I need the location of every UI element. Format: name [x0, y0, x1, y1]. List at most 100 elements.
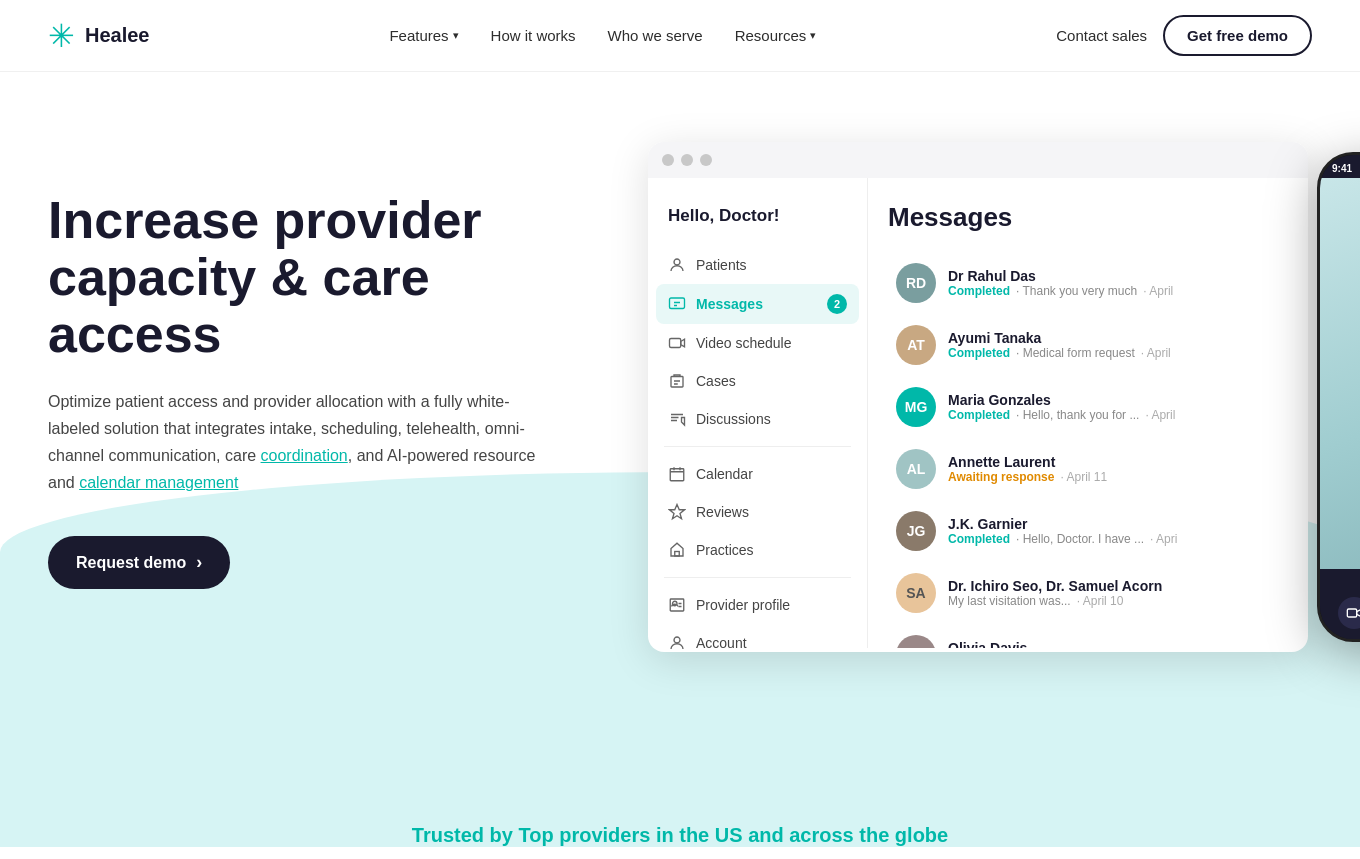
phone-timer: 30:45	[1320, 569, 1360, 587]
coordination-link[interactable]: coordination	[261, 447, 348, 464]
msg-date-2: · April	[1145, 408, 1175, 422]
messages-icon	[668, 295, 686, 313]
phone-camera-btn[interactable]	[1338, 597, 1361, 629]
message-item-5[interactable]: SA Dr. Ichiro Seo, Dr. Samuel Acorn My l…	[888, 563, 1288, 623]
sidebar-greeting: Hello, Doctor!	[648, 206, 867, 246]
sidebar-item-discussions[interactable]: Discussions	[648, 400, 867, 438]
window-dot-2	[681, 154, 693, 166]
msg-name-1: Ayumi Tanaka	[948, 330, 1280, 346]
msg-date-5: · April 10	[1077, 594, 1124, 608]
phone-mockup: 9:41 ●●●	[1317, 152, 1360, 642]
svg-point-0	[674, 259, 680, 265]
request-demo-button[interactable]: Request demo ›	[48, 536, 230, 589]
contact-sales-link[interactable]: Contact sales	[1056, 27, 1147, 44]
sidebar-item-provider-profile[interactable]: Provider profile	[648, 586, 867, 624]
message-item-6[interactable]: OD Olivia Davis Completed · Hello, Docto…	[888, 625, 1288, 648]
app-mockup-header	[648, 142, 1308, 178]
app-sidebar: Hello, Doctor! Patients Messages 2	[648, 178, 868, 648]
message-item-1[interactable]: AT Ayumi Tanaka Completed · Medical form…	[888, 315, 1288, 375]
avatar-3: AL	[896, 449, 936, 489]
msg-status-row-1: Completed · Medical form request · April	[948, 346, 1280, 360]
sidebar-item-calendar[interactable]: Calendar	[648, 455, 867, 493]
sidebar-divider	[664, 446, 851, 447]
msg-date-3: · April 11	[1060, 470, 1107, 484]
nav-how-it-works[interactable]: How it works	[491, 27, 576, 44]
msg-body-6: Olivia Davis Completed · Hello, Doctor. …	[948, 640, 1280, 648]
msg-preview-2: · Hello, thank you for ...	[1016, 408, 1139, 422]
msg-date-1: · April	[1141, 346, 1171, 360]
msg-status-0: Completed	[948, 284, 1010, 298]
msg-body-3: Annette Laurent Awaiting response · Apri…	[948, 454, 1280, 484]
message-item-3[interactable]: AL Annette Laurent Awaiting response · A…	[888, 439, 1288, 499]
cases-icon	[668, 372, 686, 390]
msg-status-3: Awaiting response	[948, 470, 1054, 484]
chevron-down-icon: ▾	[810, 29, 816, 42]
message-item-4[interactable]: JG J.K. Garnier Completed · Hello, Docto…	[888, 501, 1288, 561]
msg-preview-1: · Medical form request	[1016, 346, 1135, 360]
nav-links: Features ▾ How it works Who we serve Res…	[389, 27, 816, 44]
msg-body-0: Dr Rahul Das Completed · Thank you very …	[948, 268, 1280, 298]
discussions-icon	[668, 410, 686, 428]
msg-name-3: Annette Laurent	[948, 454, 1280, 470]
nav-actions: Contact sales Get free demo	[1056, 15, 1312, 56]
sidebar-item-practices[interactable]: Practices	[648, 531, 867, 569]
svg-marker-5	[670, 505, 685, 519]
msg-name-2: Maria Gonzales	[948, 392, 1280, 408]
calendar-link[interactable]: calendar management	[79, 474, 238, 491]
reviews-icon	[668, 503, 686, 521]
logo[interactable]: ✳ Healee	[48, 20, 150, 52]
messages-heading: Messages	[888, 202, 1288, 233]
msg-date-0: · April	[1143, 284, 1173, 298]
trusted-bar: Trusted by Top providers in the US and a…	[0, 792, 1360, 847]
patients-icon	[668, 256, 686, 274]
msg-preview-5: My last visitation was...	[948, 594, 1071, 608]
nav-who-we-serve[interactable]: Who we serve	[608, 27, 703, 44]
sidebar-item-account[interactable]: Account	[648, 624, 867, 652]
arrow-right-icon: ›	[196, 552, 202, 573]
svg-rect-4	[670, 469, 684, 481]
avatar-1: AT	[896, 325, 936, 365]
sidebar-item-video-schedule[interactable]: Video schedule	[648, 324, 867, 362]
msg-status-row-0: Completed · Thank you very much · April	[948, 284, 1280, 298]
svg-rect-14	[1347, 609, 1356, 617]
msg-name-0: Dr Rahul Das	[948, 268, 1280, 284]
get-free-demo-button[interactable]: Get free demo	[1163, 15, 1312, 56]
messages-list: RD Dr Rahul Das Completed · Thank you ve…	[888, 253, 1288, 648]
avatar-0: RD	[896, 263, 936, 303]
hero-right: Hello, Doctor! Patients Messages 2	[648, 142, 1312, 652]
nav-features[interactable]: Features ▾	[389, 27, 458, 44]
sidebar-item-messages[interactable]: Messages 2	[656, 284, 859, 324]
avatar-2: MG	[896, 387, 936, 427]
sidebar-item-reviews[interactable]: Reviews	[648, 493, 867, 531]
svg-rect-2	[670, 339, 681, 348]
doctor-silhouette	[1345, 284, 1361, 464]
svg-rect-1	[670, 298, 685, 309]
messages-badge: 2	[827, 294, 847, 314]
logo-text: Healee	[85, 24, 150, 47]
calendar-icon	[668, 465, 686, 483]
message-item-2[interactable]: MG Maria Gonzales Completed · Hello, tha…	[888, 377, 1288, 437]
hero-title: Increase provider capacity & care access	[48, 192, 608, 364]
svg-point-9	[674, 637, 680, 643]
msg-status-row-4: Completed · Hello, Doctor. I have ... · …	[948, 532, 1280, 546]
hero-description: Optimize patient access and provider all…	[48, 388, 548, 497]
sidebar-item-cases[interactable]: Cases	[648, 362, 867, 400]
hero-section: Increase provider capacity & care access…	[0, 72, 1360, 792]
msg-body-1: Ayumi Tanaka Completed · Medical form re…	[948, 330, 1280, 360]
msg-status-1: Completed	[948, 346, 1010, 360]
msg-status-2: Completed	[948, 408, 1010, 422]
svg-rect-3	[671, 377, 683, 388]
message-item-0[interactable]: RD Dr Rahul Das Completed · Thank you ve…	[888, 253, 1288, 313]
phone-time: 9:41	[1332, 163, 1352, 174]
hero-content: Increase provider capacity & care access…	[0, 72, 1360, 652]
nav-resources[interactable]: Resources ▾	[735, 27, 817, 44]
logo-icon: ✳	[48, 20, 75, 52]
sidebar-item-patients[interactable]: Patients	[648, 246, 867, 284]
practices-icon	[668, 541, 686, 559]
phone-screen: 9:41 ●●●	[1320, 155, 1360, 639]
provider-profile-icon	[668, 596, 686, 614]
chevron-down-icon: ▾	[453, 29, 459, 42]
phone-statusbar: 9:41 ●●●	[1320, 155, 1360, 178]
msg-body-4: J.K. Garnier Completed · Hello, Doctor. …	[948, 516, 1280, 546]
msg-status-row-5: My last visitation was... · April 10	[948, 594, 1280, 608]
